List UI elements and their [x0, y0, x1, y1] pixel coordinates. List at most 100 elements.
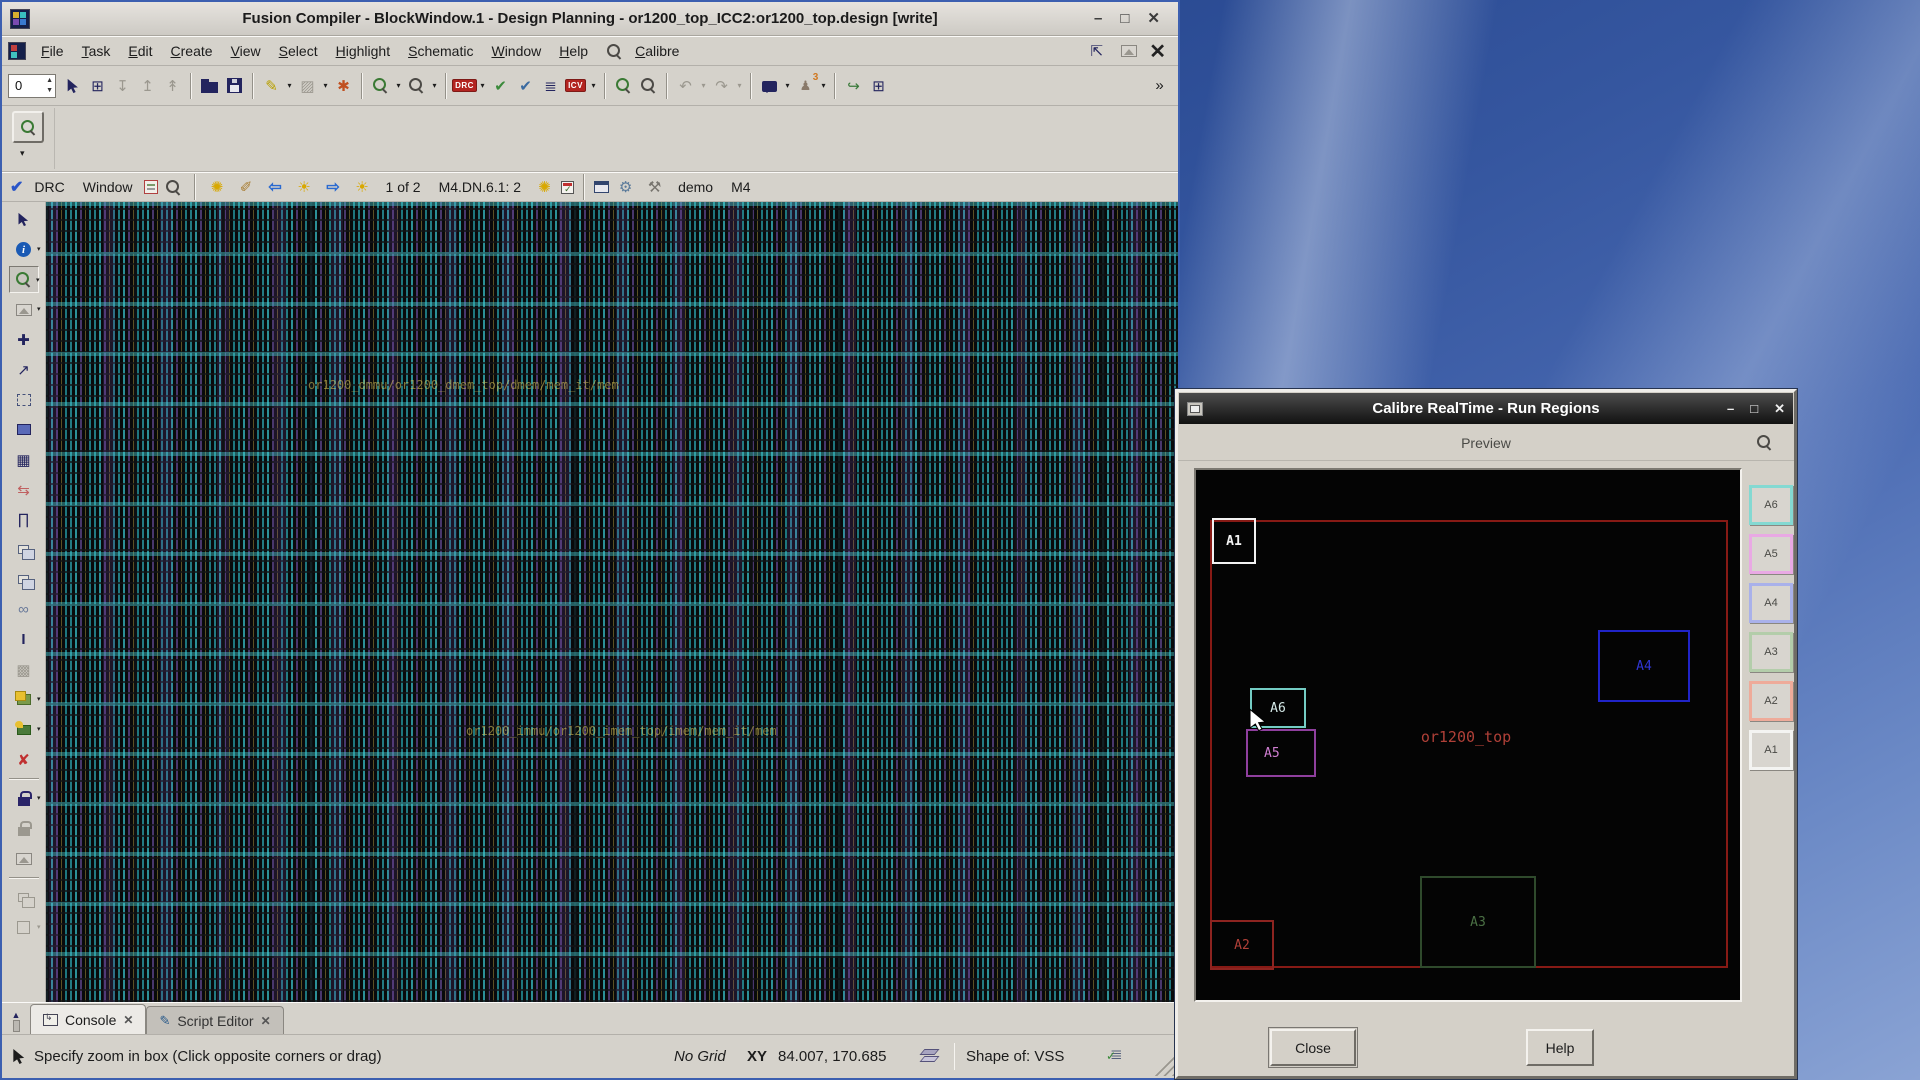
move-down-icon[interactable]: ↧ [110, 73, 135, 99]
zoom-out-results-icon[interactable] [636, 73, 661, 99]
icv-run-icon[interactable]: ICV [563, 73, 588, 99]
region-button-a2[interactable]: A2 [1749, 681, 1793, 721]
status-checklist-icon[interactable]: ≣✓ [1110, 1045, 1123, 1063]
message-dropdown[interactable]: ▾ [782, 73, 793, 99]
results-window-icon[interactable] [594, 181, 609, 193]
copy-delete-icon[interactable] [9, 536, 39, 563]
clear-highlight-icon[interactable]: ▨ [295, 73, 320, 99]
region-preview-canvas[interactable]: A1 A4 A6 A5 A3 A2 or1200_top [1194, 468, 1742, 1002]
tab-script-editor[interactable]: ✎ Script Editor ✕ [146, 1006, 283, 1034]
undo-dropdown[interactable]: ▾ [698, 73, 709, 99]
waive-checkbox-icon[interactable] [561, 181, 574, 194]
flash-icon[interactable]: ✱ [331, 73, 356, 99]
layout-canvas[interactable]: or1200_dmmu/or1200_dmem_top/dmem/mem_it/… [46, 202, 1178, 1002]
menu-file[interactable]: File [32, 40, 73, 62]
grid-view-icon[interactable]: ⊞ [866, 73, 891, 99]
menu-schematic[interactable]: Schematic [399, 40, 482, 62]
menu-calibre[interactable]: Calibre [626, 40, 688, 62]
drc-menu[interactable]: DRC [27, 179, 71, 195]
region-box-a2[interactable]: A2 [1210, 920, 1274, 970]
lock-tool-icon[interactable]: ▾ [9, 785, 39, 812]
menu-view[interactable]: View [222, 40, 270, 62]
menu-task[interactable]: Task [73, 40, 120, 62]
current-violation-icon[interactable]: ☀ [292, 174, 317, 200]
redo-icon[interactable]: ↷ [709, 73, 734, 99]
snapshot-icon[interactable] [1121, 45, 1137, 57]
zoom-in-tool-icon[interactable]: ▾ [9, 266, 39, 293]
zoom-in-results-icon[interactable] [611, 73, 636, 99]
highlight-pencil-icon[interactable]: ✎ [259, 73, 284, 99]
pick-tool-icon[interactable] [60, 73, 85, 99]
highlight-dropdown[interactable]: ▾ [284, 73, 295, 99]
region-box-a1[interactable]: A1 [1212, 518, 1256, 564]
show-all-violations-icon[interactable]: ☀ [350, 174, 375, 200]
tab-console-close-icon[interactable]: ✕ [123, 1013, 133, 1027]
image-disabled-icon[interactable] [9, 845, 39, 872]
close-view-icon[interactable]: ✕ [1149, 39, 1166, 64]
zoom-tool-dropdown[interactable]: ▾ [429, 73, 440, 99]
message-icon[interactable] [757, 73, 782, 99]
highlight-all-icon[interactable]: ✺ [205, 174, 230, 200]
previous-violation-icon[interactable]: ⇦ [263, 174, 288, 200]
zoom-box-dropdown[interactable]: ▾ [20, 148, 25, 159]
dialog-maximize-button[interactable]: □ [1750, 401, 1758, 417]
menu-help[interactable]: Help [550, 40, 597, 62]
highlight-brush-icon[interactable]: ✐ [234, 174, 259, 200]
mark-reviewed-icon[interactable]: ✺ [532, 174, 557, 200]
tab-scroll-control[interactable]: ▲ [8, 1011, 24, 1034]
move-top-icon[interactable]: ↟ [160, 73, 185, 99]
clear-highlight-dropdown[interactable]: ▾ [320, 73, 331, 99]
drc-run-dropdown[interactable]: ▾ [477, 73, 488, 99]
select-pointer-icon[interactable] [9, 206, 39, 233]
tools-icon[interactable]: ⚒ [642, 174, 667, 200]
rule-checklist-icon[interactable]: ≣ [538, 73, 563, 99]
menu-select[interactable]: Select [270, 40, 327, 62]
region-button-a4[interactable]: A4 [1749, 583, 1793, 623]
launch-tool-icon[interactable]: ↪ [841, 73, 866, 99]
export-view-icon[interactable]: ↗ [9, 356, 39, 383]
tab-console[interactable]: Console ✕ [30, 1004, 146, 1034]
region-box-a5[interactable]: A5 [1246, 729, 1316, 777]
shape-disabled-icon[interactable]: ▾ [9, 914, 39, 941]
zoom-select-dropdown[interactable]: ▾ [393, 73, 404, 99]
options-box-icon[interactable]: ⊞ [85, 73, 110, 99]
tab-script-editor-close-icon[interactable]: ✕ [261, 1014, 271, 1028]
menu-window[interactable]: Window [482, 40, 550, 62]
selection-level-spinner[interactable]: 0 ▲▼ [8, 74, 56, 98]
search-icon[interactable] [607, 44, 622, 59]
toolbar-overflow-chevron[interactable]: » [1147, 73, 1172, 99]
unlock-tool-icon[interactable] [9, 815, 39, 842]
zoom-tool-icon[interactable] [404, 73, 429, 99]
region-box-a3[interactable]: A3 [1420, 876, 1536, 968]
dialog-title-bar[interactable]: Calibre RealTime - Run Regions – □ ✕ [1179, 393, 1793, 424]
preview-zoom-icon[interactable] [1757, 435, 1772, 450]
users-icon[interactable]: ♟3 [793, 73, 818, 99]
menu-create[interactable]: Create [162, 40, 222, 62]
marquee-select-icon[interactable] [9, 386, 39, 413]
results-form-icon[interactable] [144, 180, 158, 194]
minimize-button[interactable]: – [1094, 10, 1102, 28]
info-tool-icon[interactable]: i▾ [9, 236, 39, 263]
dialog-close-button[interactable]: ✕ [1774, 401, 1785, 417]
open-design-icon[interactable] [197, 73, 222, 99]
region-button-a5[interactable]: A5 [1749, 534, 1793, 574]
add-layer-icon[interactable]: ▾ [9, 686, 39, 713]
double-check-icon[interactable]: ✔ [513, 73, 538, 99]
drc-run-icon[interactable]: DRC [452, 73, 477, 99]
next-violation-icon[interactable]: ⇨ [321, 174, 346, 200]
module-tool-icon[interactable]: ▩ [9, 656, 39, 683]
region-button-a3[interactable]: A3 [1749, 632, 1793, 672]
help-button[interactable]: Help [1526, 1029, 1594, 1066]
resize-grip[interactable] [1154, 1054, 1176, 1076]
users-dropdown[interactable]: ▾ [818, 73, 829, 99]
tab-scroll-up-icon[interactable]: ▲ [12, 1011, 21, 1020]
close-button[interactable]: Close [1270, 1029, 1356, 1066]
chip-grid-icon[interactable]: ▾ [9, 716, 39, 743]
pin-tool-icon[interactable]: ∏ [9, 506, 39, 533]
hierarchy-view-icon[interactable]: ▦ [9, 446, 39, 473]
net-trace-icon[interactable]: ∞ [9, 596, 39, 623]
snapshot-tool-icon[interactable]: ▾ [9, 296, 39, 323]
region-button-a6[interactable]: A6 [1749, 485, 1793, 525]
zoom-select-icon[interactable] [368, 73, 393, 99]
drc-window-menu[interactable]: Window [76, 179, 140, 195]
